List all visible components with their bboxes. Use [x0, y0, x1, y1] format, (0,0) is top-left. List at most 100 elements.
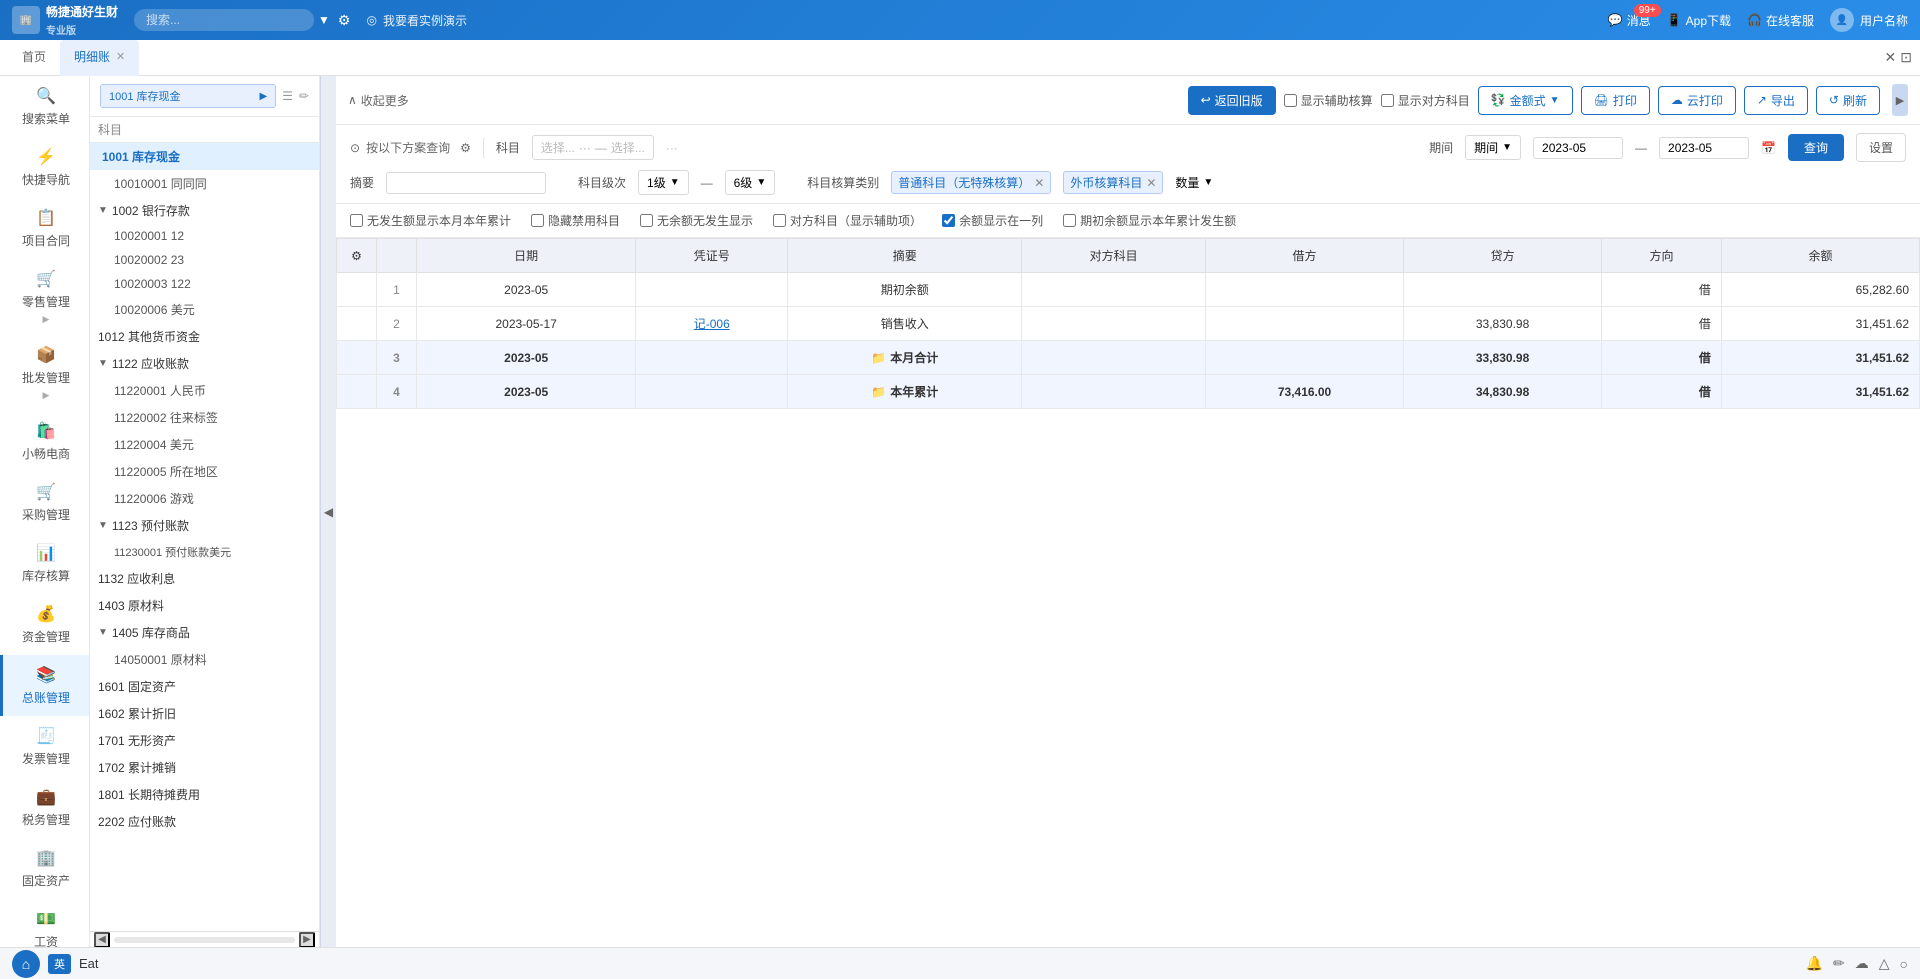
tree-node-10020006[interactable]: 10020006 美元 — [90, 296, 319, 323]
bottom-icon-2[interactable]: ✏ — [1833, 955, 1845, 972]
home-circle-btn[interactable]: ⌂ — [12, 950, 40, 978]
period-type-select[interactable]: 期间 ▼ — [1465, 135, 1521, 160]
sidebar-item-inventory[interactable]: 📊 库存核算 — [0, 533, 89, 594]
tree-node-1122[interactable]: ▼ 1122 应收账款 — [90, 350, 319, 377]
tree-node-1801[interactable]: 1801 长期待摊费用 — [90, 781, 319, 808]
tab-close-window[interactable]: ✕ — [1885, 49, 1897, 66]
table-row[interactable]: 22023-05-17记-006销售收入33,830.98借31,451.62 — [337, 307, 1920, 341]
tree-node-11220001[interactable]: 11220001 人民币 — [90, 377, 319, 404]
subject-select[interactable]: 选择... ··· — 选择... — [532, 135, 654, 160]
sidebar-item-retail[interactable]: 🛒 零售管理 ▶ — [0, 259, 89, 335]
tree-node-1702[interactable]: 1702 累计摊销 — [90, 754, 319, 781]
cb-period-cumul[interactable]: 期初余额显示本年累计发生额 — [1063, 212, 1236, 229]
voucher-link[interactable]: 记-006 — [694, 317, 730, 331]
bottom-icon-1[interactable]: 🔔 — [1806, 955, 1823, 972]
tree-node-11220004[interactable]: 11220004 美元 — [90, 431, 319, 458]
settings-icon[interactable]: ⚙ — [338, 12, 351, 29]
table-row[interactable]: 42023-05📁本年累计73,416.0034,830.98借31,451.6… — [337, 375, 1920, 409]
demo-link[interactable]: ◎ 我要看实例演示 — [366, 12, 467, 29]
tree-node-1403[interactable]: 1403 原材料 — [90, 592, 319, 619]
search-dropdown-icon[interactable]: ▼ — [318, 13, 330, 27]
cb-period-cumul-input[interactable] — [1063, 214, 1076, 227]
tree-node-1405[interactable]: ▼ 1405 库存商品 — [90, 619, 319, 646]
back-to-old-btn[interactable]: ↩ 返回旧版 — [1188, 86, 1276, 115]
user-menu[interactable]: 👤 用户名称 — [1830, 8, 1908, 32]
tree-node-1123[interactable]: ▼ 1123 预付账款 — [90, 512, 319, 539]
tab-detail[interactable]: 明细账 ✕ — [60, 40, 139, 76]
cb-opposite-input[interactable] — [773, 214, 786, 227]
show-opp-checkbox[interactable]: 显示对方科目 — [1381, 92, 1470, 109]
tree-node-2202[interactable]: 2202 应付账款 — [90, 808, 319, 835]
sidebar-item-general[interactable]: 📚 总账管理 — [0, 655, 89, 716]
sidebar-item-invoice[interactable]: 🧾 发票管理 — [0, 716, 89, 777]
tree-node-1132[interactable]: 1132 应收利息 — [90, 565, 319, 592]
col-settings[interactable]: ⚙ — [337, 239, 377, 273]
summary-input[interactable] — [386, 172, 546, 194]
cb-opposite[interactable]: 对方科目（显示辅助项） — [773, 212, 922, 229]
sidebar-item-assets[interactable]: 🏢 固定资产 — [0, 838, 89, 899]
sidebar-item-search[interactable]: 🔍 搜索菜单 — [0, 76, 89, 137]
tree-node-10010001[interactable]: 10010001 同同同 — [90, 170, 319, 197]
show-aux-checkbox[interactable]: 显示辅助核算 — [1284, 92, 1373, 109]
bottom-icon-5[interactable]: ○ — [1900, 956, 1908, 972]
tree-node-1701[interactable]: 1701 无形资产 — [90, 727, 319, 754]
sidebar-item-ecommerce[interactable]: 🛍️ 小畅电商 — [0, 411, 89, 472]
print-btn[interactable]: 🖨 打印 — [1581, 86, 1650, 115]
tree-selected-account[interactable]: 1001 库存现金 ▶ — [100, 84, 276, 108]
tree-node-11220006[interactable]: 11220006 游戏 — [90, 485, 319, 512]
level-to-select[interactable]: 6级 ▼ — [725, 170, 776, 195]
sidebar-item-wholesale[interactable]: 📦 批发管理 ▶ — [0, 335, 89, 411]
tree-node-11230001[interactable]: 11230001 预付账款美元 — [90, 539, 319, 565]
tree-node-10020001[interactable]: 10020001 12 — [90, 224, 319, 248]
tree-node-10020002[interactable]: 10020002 23 — [90, 248, 319, 272]
sidebar-item-finance[interactable]: 💰 资金管理 — [0, 594, 89, 655]
tree-node-11220002[interactable]: 11220002 往来标签 — [90, 404, 319, 431]
cb-hide-disabled-input[interactable] — [531, 214, 544, 227]
bottom-icon-4[interactable]: △ — [1879, 955, 1890, 972]
eat-btn[interactable]: Eat — [79, 956, 99, 971]
lang-btn[interactable]: 英 — [48, 954, 71, 974]
search-button[interactable]: 查询 — [1788, 134, 1844, 161]
cloud-print-btn[interactable]: ☁ 云打印 — [1658, 86, 1736, 115]
tree-node-1012[interactable]: 1012 其他货币资金 — [90, 323, 319, 350]
period-start-input[interactable] — [1533, 137, 1623, 159]
level-from-select[interactable]: 1级 ▼ — [638, 170, 689, 195]
currency-btn[interactable]: 💱 金额式 ▼ — [1478, 86, 1573, 115]
side-collapse[interactable]: ◀ — [320, 76, 336, 947]
tree-scroll-left[interactable]: ◀ — [94, 932, 110, 948]
tree-node-1601[interactable]: 1601 固定资产 — [90, 673, 319, 700]
message-btn[interactable]: 💬 消息 99+ — [1608, 12, 1651, 29]
cb-hide-disabled[interactable]: 隐藏禁用科目 — [531, 212, 620, 229]
tree-node-14050001[interactable]: 14050001 原材料 — [90, 646, 319, 673]
tree-node-1602[interactable]: 1602 累计折旧 — [90, 700, 319, 727]
tree-pencil-icon[interactable]: ✏ — [299, 89, 309, 103]
global-search-input[interactable] — [134, 9, 314, 31]
sidebar-item-project[interactable]: 📋 项目合同 — [0, 198, 89, 259]
sidebar-item-salary[interactable]: 💵 工资 — [0, 899, 89, 947]
refresh-btn[interactable]: ↺ 刷新 — [1816, 86, 1880, 115]
cb-no-balance-input[interactable] — [350, 214, 363, 227]
cb-one-col[interactable]: 余额显示在一列 — [942, 212, 1043, 229]
tab-home[interactable]: 首页 — [8, 40, 60, 76]
aux-checkbox-input[interactable] — [1284, 94, 1297, 107]
scheme-toggle[interactable]: ⊙ 按以下方案查询 ⚙ — [350, 139, 471, 156]
cb-no-balance2-input[interactable] — [640, 214, 653, 227]
cb-no-balance[interactable]: 无发生额显示本月本年累计 — [350, 212, 511, 229]
tag2-close[interactable]: ✕ — [1146, 176, 1156, 190]
tree-node-11220005[interactable]: 11220005 所在地区 — [90, 458, 319, 485]
export-btn[interactable]: ↗ 导出 — [1744, 86, 1808, 115]
tree-node-1001[interactable]: 1001 库存现金 — [90, 143, 319, 170]
right-collapse-btn[interactable]: ▶ — [1892, 84, 1908, 116]
tree-scrollbar[interactable] — [114, 937, 295, 943]
cb-no-balance2[interactable]: 无余额无发生显示 — [640, 212, 753, 229]
tree-scroll-right[interactable]: ▶ — [299, 932, 315, 948]
calendar-icon[interactable]: 📅 — [1761, 141, 1776, 155]
app-download-btn[interactable]: 📱 App下载 — [1667, 12, 1731, 29]
table-row[interactable]: 12023-05期初余额借65,282.60 — [337, 273, 1920, 307]
table-row[interactable]: 32023-05📁本月合计33,830.98借31,451.62 — [337, 341, 1920, 375]
cb-one-col-input[interactable] — [942, 214, 955, 227]
query-toggle[interactable]: ∧ 收起更多 — [348, 92, 409, 109]
tag1-close[interactable]: ✕ — [1034, 176, 1044, 190]
bottom-icon-3[interactable]: ☁ — [1855, 955, 1869, 972]
tree-list-icon[interactable]: ☰ — [282, 89, 293, 103]
